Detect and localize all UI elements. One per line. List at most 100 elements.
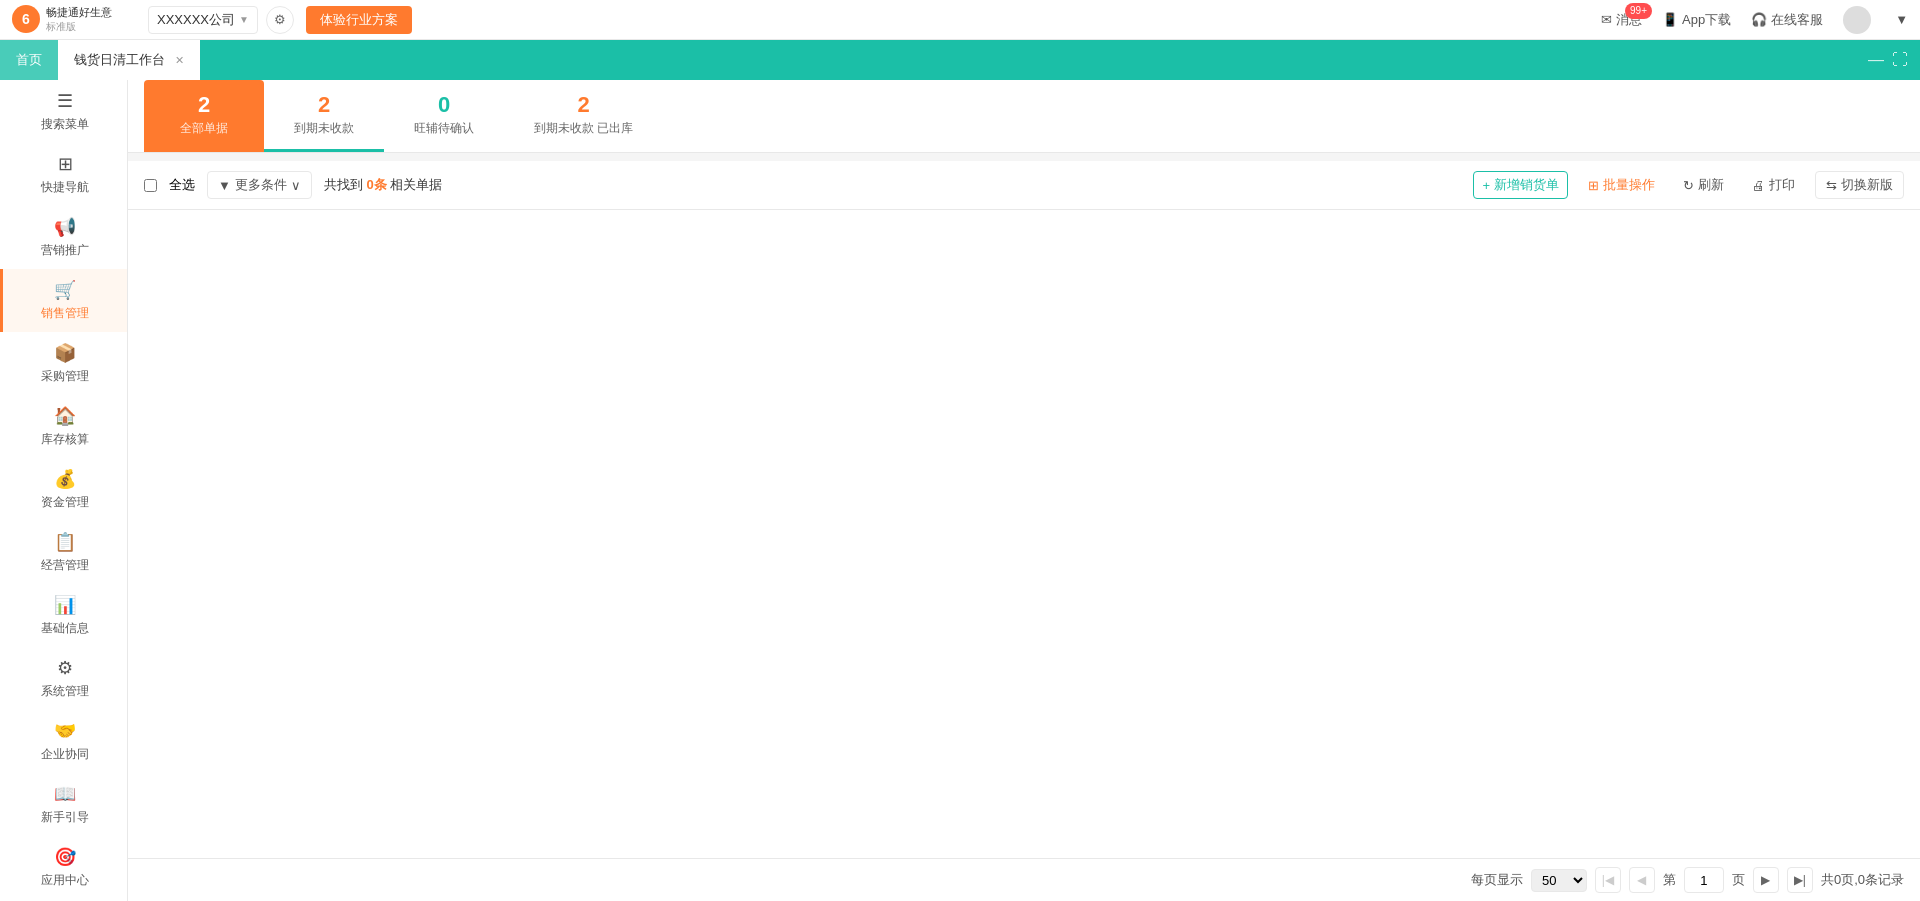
found-suffix: 相关单据: [390, 177, 442, 192]
sidebar-item-quicknav[interactable]: ⊞ 快捷导航: [0, 143, 127, 206]
filter-chevron-icon: ∨: [291, 178, 301, 193]
sidebar-sales-label: 销售管理: [41, 305, 89, 322]
toolbar-right: + 新增销货单 ⊞ 批量操作 ↻ 刷新 🖨 打印 ⇆ 切换新版: [1473, 171, 1904, 199]
user-avatar[interactable]: [1843, 6, 1871, 34]
stat-tab-overdue[interactable]: 2 到期未收款: [264, 80, 384, 152]
sidebar-search-label: 搜索菜单: [41, 116, 89, 133]
tab-qhrc-label: 钱货日清工作台: [74, 51, 165, 69]
sidebar-item-search[interactable]: ☰ 搜索菜单: [0, 80, 127, 143]
first-page-button[interactable]: |◀: [1595, 867, 1621, 893]
system-icon: ⚙: [57, 657, 73, 679]
sidebar-basic-info-label: 基础信息: [41, 620, 89, 637]
stat-tab-overdue-shipped[interactable]: 2 到期未收款 已出库: [504, 80, 663, 152]
stat-all-label: 全部单据: [180, 120, 228, 137]
sidebar-operations-label: 经营管理: [41, 557, 89, 574]
tab-close-icon[interactable]: ✕: [175, 54, 184, 67]
basic-info-icon: 📊: [54, 594, 76, 616]
add-sale-order-button[interactable]: + 新增销货单: [1473, 171, 1568, 199]
filter-icon: ▼: [218, 178, 231, 193]
settings-button[interactable]: ⚙: [266, 6, 294, 34]
message-button[interactable]: ✉ 消息 99+: [1601, 11, 1642, 29]
sidebar-quicknav-label: 快捷导航: [41, 179, 89, 196]
logo-area: 6 畅捷通好生意 标准版: [12, 5, 140, 33]
add-sale-order-label: 新增销货单: [1494, 176, 1559, 194]
stat-wangfu-label: 旺辅待确认: [414, 120, 474, 137]
sidebar-cooperation-label: 企业协同: [41, 746, 89, 763]
last-page-button[interactable]: ▶|: [1787, 867, 1813, 893]
stat-overdue-num: 2: [318, 92, 330, 118]
sidebar-item-cooperation[interactable]: 🤝 企业协同: [0, 710, 127, 773]
tab-bar: 首页 钱货日清工作台 ✕ — ⛶: [0, 40, 1920, 80]
company-selector[interactable]: XXXXXX公司 ▼: [148, 6, 258, 34]
sidebar-item-guide[interactable]: 📖 新手引导: [0, 773, 127, 836]
batch-operation-button[interactable]: ⊞ 批量操作: [1580, 172, 1663, 198]
trial-button[interactable]: 体验行业方案: [306, 6, 412, 34]
stat-all-num: 2: [198, 92, 210, 118]
per-page-select[interactable]: 50 20 100: [1531, 869, 1587, 892]
page-number-input[interactable]: [1684, 867, 1724, 893]
user-dropdown-icon: ▼: [1895, 12, 1908, 27]
sidebar-item-purchase[interactable]: 📦 采购管理: [0, 332, 127, 395]
sidebar-finance-label: 资金管理: [41, 494, 89, 511]
sidebar-item-operations[interactable]: 📋 经营管理: [0, 521, 127, 584]
app-download-button[interactable]: 📱 App下载: [1662, 11, 1731, 29]
phone-icon: 📱: [1662, 12, 1678, 27]
tab-minimize-button[interactable]: —: [1868, 51, 1884, 69]
content-area: 2 全部单据 2 到期未收款 0 旺辅待确认 2 到期未收款 已出库: [128, 80, 1920, 901]
stat-overdue-shipped-num: 2: [578, 92, 590, 118]
sidebar-item-marketing[interactable]: 📢 营销推广: [0, 206, 127, 269]
batch-icon: ⊞: [1588, 178, 1599, 193]
headset-icon: 🎧: [1751, 12, 1767, 27]
message-badge: 99+: [1625, 3, 1652, 19]
gear-icon: ⚙: [274, 12, 286, 27]
print-icon: 🖨: [1752, 178, 1765, 193]
online-service-label: 在线客服: [1771, 11, 1823, 29]
filter-label: 更多条件: [235, 176, 287, 194]
app-download-label: App下载: [1682, 11, 1731, 29]
found-count: 0条: [367, 177, 387, 192]
cooperation-icon: 🤝: [54, 720, 76, 742]
refresh-button[interactable]: ↻ 刷新: [1675, 172, 1732, 198]
stat-tab-wangfu[interactable]: 0 旺辅待确认: [384, 80, 504, 152]
refresh-icon: ↻: [1683, 178, 1694, 193]
sidebar-item-appstore[interactable]: 🎯 应用中心: [0, 836, 127, 899]
next-page-button[interactable]: ▶: [1753, 867, 1779, 893]
guide-icon: 📖: [54, 783, 76, 805]
main-layout: ☰ 搜索菜单 ⊞ 快捷导航 📢 营销推广 🛒 销售管理 📦 采购管理 🏠 库存核…: [0, 80, 1920, 901]
user-name[interactable]: ▼: [1891, 12, 1908, 27]
batch-label: 批量操作: [1603, 176, 1655, 194]
dropdown-arrow-icon: ▼: [239, 14, 249, 25]
sidebar-purchase-label: 采购管理: [41, 368, 89, 385]
top-header: 6 畅捷通好生意 标准版 XXXXXX公司 ▼ ⚙ 体验行业方案 ✉ 消息 99…: [0, 0, 1920, 40]
prev-page-button[interactable]: ◀: [1629, 867, 1655, 893]
inventory-icon: 🏠: [54, 405, 76, 427]
sidebar: ☰ 搜索菜单 ⊞ 快捷导航 📢 营销推广 🛒 销售管理 📦 采购管理 🏠 库存核…: [0, 80, 128, 901]
pagination-bar: 每页显示 50 20 100 |◀ ◀ 第 页 ▶ ▶| 共0页,0条记录: [128, 858, 1920, 901]
quicknav-icon: ⊞: [58, 153, 73, 175]
more-filter-button[interactable]: ▼ 更多条件 ∨: [207, 171, 312, 199]
select-all-checkbox[interactable]: [144, 179, 157, 192]
sidebar-item-basic-info[interactable]: 📊 基础信息: [0, 584, 127, 647]
app-title: 畅捷通好生意: [46, 5, 112, 19]
print-button[interactable]: 🖨 打印: [1744, 172, 1803, 198]
tab-maximize-button[interactable]: ⛶: [1892, 51, 1908, 69]
online-service-button[interactable]: 🎧 在线客服: [1751, 11, 1823, 29]
switch-version-button[interactable]: ⇆ 切换新版: [1815, 171, 1904, 199]
sidebar-item-system[interactable]: ⚙ 系统管理: [0, 647, 127, 710]
total-info: 共0页,0条记录: [1821, 871, 1904, 889]
sidebar-item-inventory[interactable]: 🏠 库存核算: [0, 395, 127, 458]
table-area: [128, 210, 1920, 858]
sidebar-item-sales[interactable]: 🛒 销售管理: [0, 269, 127, 332]
search-menu-icon: ☰: [57, 90, 73, 112]
page-label: 第: [1663, 871, 1676, 889]
tab-home[interactable]: 首页: [0, 40, 58, 80]
stat-tab-all[interactable]: 2 全部单据: [144, 80, 264, 152]
tab-qhrc[interactable]: 钱货日清工作台 ✕: [58, 40, 200, 80]
appstore-icon: 🎯: [54, 846, 76, 868]
per-page-label: 每页显示: [1471, 871, 1523, 889]
finance-icon: 💰: [54, 468, 76, 490]
stat-overdue-label: 到期未收款: [294, 120, 354, 137]
switch-label: 切换新版: [1841, 176, 1893, 194]
select-all-label: 全选: [169, 176, 195, 194]
sidebar-item-finance[interactable]: 💰 资金管理: [0, 458, 127, 521]
